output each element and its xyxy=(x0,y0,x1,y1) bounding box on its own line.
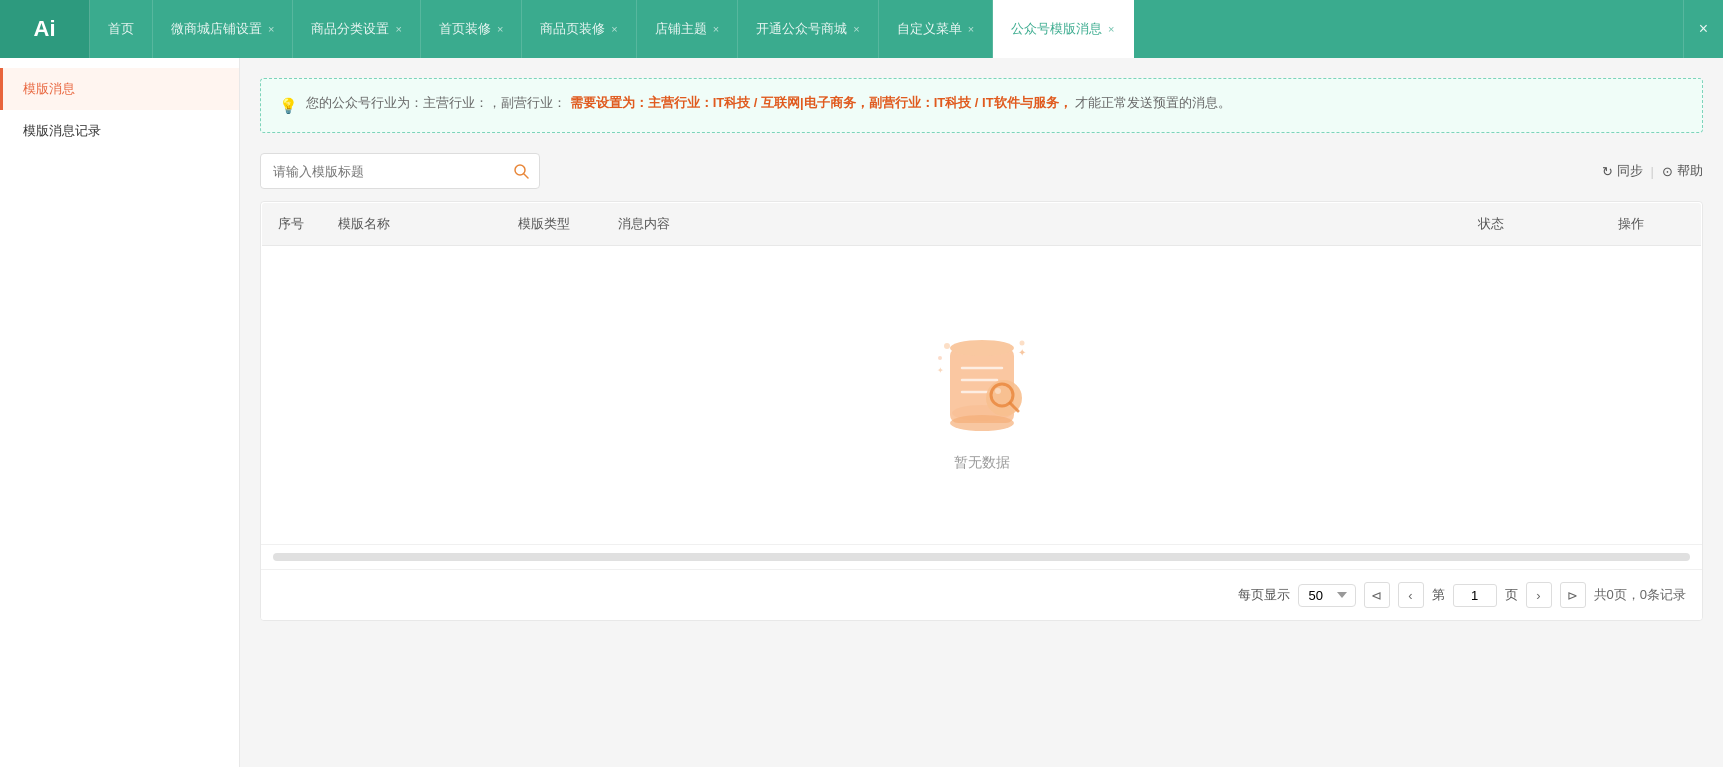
last-page-button[interactable]: ⊳ xyxy=(1560,582,1586,608)
svg-point-12 xyxy=(995,388,1001,394)
sync-icon: ↻ xyxy=(1602,164,1613,179)
page-suffix: 页 xyxy=(1505,586,1518,604)
toolbar-right: ↻ 同步 | ⊙ 帮助 xyxy=(1602,162,1703,180)
empty-row: ✦ ✦ 暂无数据 xyxy=(262,246,1702,545)
notice-text: 您的公众号行业为：主营行业：，副营行业： 需要设置为：主营行业：IT科技 / 互… xyxy=(306,93,1231,114)
tab-bar: 首页微商城店铺设置×商品分类设置×首页装修×商品页装修×店铺主题×开通公众号商城… xyxy=(90,0,1683,58)
svg-point-13 xyxy=(944,343,950,349)
main-layout: 模版消息模版消息记录 💡 您的公众号行业为：主营行业：，副营行业： 需要设置为：… xyxy=(0,58,1723,767)
search-button[interactable] xyxy=(503,154,539,188)
notice-icon: 💡 xyxy=(279,94,298,118)
tab-close-icon[interactable]: × xyxy=(1108,23,1114,35)
scrollbar-area xyxy=(261,544,1702,569)
svg-text:✦: ✦ xyxy=(1018,347,1026,358)
table-body: ✦ ✦ 暂无数据 xyxy=(262,246,1702,545)
page-total: 共0页，0条记录 xyxy=(1594,586,1686,604)
horizontal-scrollbar[interactable] xyxy=(273,553,1690,561)
tab-close-icon[interactable]: × xyxy=(395,23,401,35)
topbar-tab-8[interactable]: 公众号模版消息× xyxy=(993,0,1133,58)
prev-page-button[interactable]: ‹ xyxy=(1398,582,1424,608)
topbar: Ai 首页微商城店铺设置×商品分类设置×首页装修×商品页装修×店铺主题×开通公众… xyxy=(0,0,1723,58)
table-container: 序号模版名称模版类型消息内容状态操作 xyxy=(260,201,1703,621)
page-size-select[interactable]: 102050100 xyxy=(1298,584,1356,607)
topbar-tab-1[interactable]: 微商城店铺设置× xyxy=(153,0,293,58)
help-icon: ⊙ xyxy=(1662,164,1673,179)
empty-state-icon: ✦ ✦ xyxy=(922,318,1042,438)
topbar-tab-5[interactable]: 店铺主题× xyxy=(637,0,738,58)
svg-point-15 xyxy=(1019,341,1024,346)
topbar-tab-0[interactable]: 首页 xyxy=(90,0,153,58)
table-col-序号: 序号 xyxy=(262,203,322,246)
topbar-tab-4[interactable]: 商品页装修× xyxy=(522,0,636,58)
tab-close-icon[interactable]: × xyxy=(497,23,503,35)
svg-text:✦: ✦ xyxy=(937,366,944,375)
sidebar-item-1[interactable]: 模版消息记录 xyxy=(0,110,239,152)
content-area: 💡 您的公众号行业为：主营行业：，副营行业： 需要设置为：主营行业：IT科技 /… xyxy=(240,58,1723,767)
search-icon xyxy=(514,164,529,179)
table-col-消息内容: 消息内容 xyxy=(602,203,1462,246)
svg-point-4 xyxy=(950,340,1014,356)
next-page-button[interactable]: › xyxy=(1526,582,1552,608)
close-all-button[interactable]: × xyxy=(1683,0,1723,58)
sidebar-item-0[interactable]: 模版消息 xyxy=(0,68,239,110)
table-header: 序号模版名称模版类型消息内容状态操作 xyxy=(262,203,1702,246)
svg-point-14 xyxy=(938,356,942,360)
svg-line-1 xyxy=(524,174,528,178)
first-page-button[interactable]: ⊲ xyxy=(1364,582,1390,608)
table-col-模版类型: 模版类型 xyxy=(502,203,602,246)
svg-point-5 xyxy=(950,415,1014,431)
tab-close-icon[interactable]: × xyxy=(268,23,274,35)
data-table: 序号模版名称模版类型消息内容状态操作 xyxy=(261,202,1702,545)
app-logo: Ai xyxy=(0,0,90,58)
table-header-row: 序号模版名称模版类型消息内容状态操作 xyxy=(262,203,1702,246)
per-page-label: 每页显示 xyxy=(1238,586,1290,604)
toolbar: ↻ 同步 | ⊙ 帮助 xyxy=(260,153,1703,189)
topbar-tab-3[interactable]: 首页装修× xyxy=(421,0,522,58)
sidebar: 模版消息模版消息记录 xyxy=(0,58,240,767)
topbar-tab-6[interactable]: 开通公众号商城× xyxy=(738,0,878,58)
sync-button[interactable]: ↻ 同步 xyxy=(1602,162,1643,180)
divider: | xyxy=(1651,164,1654,179)
topbar-tab-7[interactable]: 自定义菜单× xyxy=(879,0,993,58)
search-input[interactable] xyxy=(261,157,503,186)
empty-state: ✦ ✦ 暂无数据 xyxy=(278,258,1685,532)
notice-box: 💡 您的公众号行业为：主营行业：，副营行业： 需要设置为：主营行业：IT科技 /… xyxy=(260,78,1703,133)
help-button[interactable]: ⊙ 帮助 xyxy=(1662,162,1703,180)
page-input[interactable] xyxy=(1453,584,1497,607)
tab-close-icon[interactable]: × xyxy=(611,23,617,35)
pagination: 每页显示 102050100 ⊲ ‹ 第 页 › ⊳ 共0页，0条记录 xyxy=(261,569,1702,620)
search-box xyxy=(260,153,540,189)
table-col-模版名称: 模版名称 xyxy=(322,203,502,246)
page-prefix: 第 xyxy=(1432,586,1445,604)
topbar-tab-2[interactable]: 商品分类设置× xyxy=(293,0,420,58)
table-col-状态: 状态 xyxy=(1462,203,1602,246)
tab-close-icon[interactable]: × xyxy=(853,23,859,35)
tab-close-icon[interactable]: × xyxy=(713,23,719,35)
tab-close-icon[interactable]: × xyxy=(968,23,974,35)
table-col-操作: 操作 xyxy=(1602,203,1702,246)
empty-text: 暂无数据 xyxy=(954,454,1010,472)
